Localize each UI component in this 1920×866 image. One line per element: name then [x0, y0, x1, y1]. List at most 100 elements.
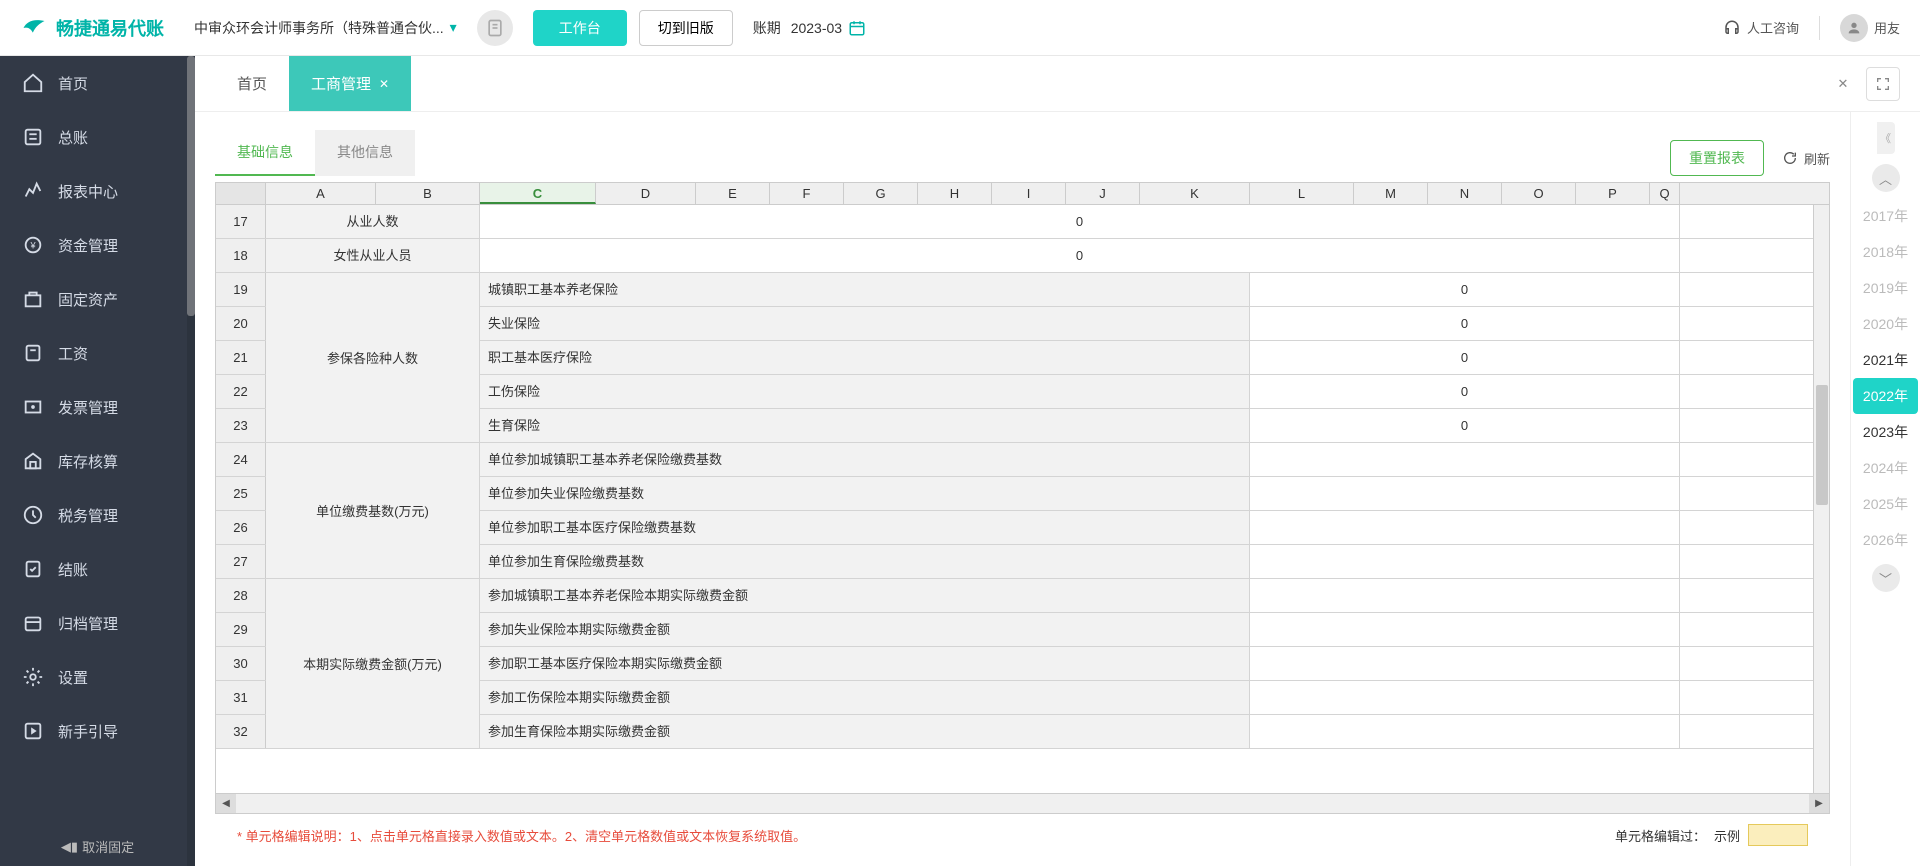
cell-value[interactable]: 0 — [480, 239, 1680, 272]
old-version-button[interactable]: 切到旧版 — [639, 10, 733, 46]
cell-value[interactable]: 0 — [1250, 409, 1680, 442]
cell-value[interactable] — [1250, 579, 1680, 612]
col-header-M[interactable]: M — [1354, 183, 1428, 204]
col-header-O[interactable]: O — [1502, 183, 1576, 204]
col-header-A[interactable]: A — [266, 183, 376, 204]
row-number[interactable]: 23 — [216, 409, 266, 442]
cell-value[interactable] — [1250, 545, 1680, 578]
sidebar-scrollbar[interactable] — [187, 56, 195, 866]
row-number[interactable]: 25 — [216, 477, 266, 510]
table-row[interactable]: 28本期实际缴费金额(万元)参加城镇职工基本养老保险本期实际缴费金额 — [216, 579, 1829, 613]
cell-value[interactable]: 0 — [1250, 375, 1680, 408]
scroll-right-icon[interactable]: ▶ — [1809, 794, 1829, 813]
refresh-button[interactable]: 刷新 — [1782, 149, 1830, 168]
year-item[interactable]: 2021年 — [1853, 342, 1918, 378]
sidebar-item-11[interactable]: 设置 — [0, 650, 195, 704]
horizontal-scrollbar[interactable]: ◀ ▶ — [216, 793, 1829, 813]
col-header-E[interactable]: E — [696, 183, 770, 204]
row-number[interactable]: 22 — [216, 375, 266, 408]
cell-value[interactable]: 0 — [1250, 273, 1680, 306]
row-number[interactable]: 32 — [216, 715, 266, 748]
sidebar-item-6[interactable]: 发票管理 — [0, 380, 195, 434]
table-row[interactable]: 24单位缴费基数(万元)单位参加城镇职工基本养老保险缴费基数 — [216, 443, 1829, 477]
col-header-J[interactable]: J — [1066, 183, 1140, 204]
year-item[interactable]: 2017年 — [1853, 198, 1918, 234]
sidebar-item-0[interactable]: 首页 — [0, 56, 195, 110]
reset-report-button[interactable]: 重置报表 — [1670, 140, 1764, 176]
row-number[interactable]: 27 — [216, 545, 266, 578]
cell-value[interactable] — [1250, 477, 1680, 510]
tab-home[interactable]: 首页 — [215, 56, 289, 111]
year-item[interactable]: 2019年 — [1853, 270, 1918, 306]
subtab-basic-info[interactable]: 基础信息 — [215, 130, 315, 176]
workspace-button[interactable]: 工作台 — [533, 10, 627, 46]
cell-value[interactable] — [1250, 681, 1680, 714]
cell-value[interactable] — [1250, 715, 1680, 748]
col-header-Q[interactable]: Q — [1650, 183, 1680, 204]
col-header-D[interactable]: D — [596, 183, 696, 204]
calendar-icon[interactable] — [848, 19, 866, 37]
col-header-B[interactable]: B — [376, 183, 480, 204]
user-menu[interactable]: 用友 — [1840, 14, 1900, 42]
row-number[interactable]: 19 — [216, 273, 266, 306]
cancel-pin-button[interactable]: ◀▮ 取消固定 — [0, 827, 195, 866]
col-header-I[interactable]: I — [992, 183, 1066, 204]
vertical-scrollbar[interactable] — [1813, 205, 1829, 793]
cell-value[interactable] — [1250, 443, 1680, 476]
sidebar-item-4[interactable]: 固定资产 — [0, 272, 195, 326]
table-row[interactable]: 18女性从业人员0 — [216, 239, 1829, 273]
row-number[interactable]: 31 — [216, 681, 266, 714]
cell-value[interactable]: 0 — [480, 205, 1680, 238]
fullscreen-icon[interactable] — [1866, 67, 1900, 101]
sidebar-item-10[interactable]: 归档管理 — [0, 596, 195, 650]
col-header-C[interactable]: C — [480, 183, 596, 204]
col-header-F[interactable]: F — [770, 183, 844, 204]
tab-close-all-icon[interactable]: ✕ — [1826, 67, 1860, 101]
year-item[interactable]: 2023年 — [1853, 414, 1918, 450]
sidebar-item-5[interactable]: 工资 — [0, 326, 195, 380]
sidebar-item-7[interactable]: 库存核算 — [0, 434, 195, 488]
close-icon[interactable]: ✕ — [379, 77, 389, 91]
company-selector[interactable]: 中审众环会计师事务所（特殊普通合伙... ▾ — [194, 18, 457, 38]
subtab-other-info[interactable]: 其他信息 — [315, 130, 415, 176]
row-number[interactable]: 21 — [216, 341, 266, 374]
row-number[interactable]: 17 — [216, 205, 266, 238]
year-down-icon[interactable]: ﹀ — [1872, 564, 1900, 592]
col-header-G[interactable]: G — [844, 183, 918, 204]
cell-value[interactable] — [1250, 511, 1680, 544]
logo[interactable]: 畅捷通易代账 — [20, 14, 164, 42]
year-item[interactable]: 2025年 — [1853, 486, 1918, 522]
sidebar-item-1[interactable]: 总账 — [0, 110, 195, 164]
row-number[interactable]: 26 — [216, 511, 266, 544]
col-header-P[interactable]: P — [1576, 183, 1650, 204]
notebook-icon[interactable] — [477, 10, 513, 46]
sidebar-item-3[interactable]: ¥资金管理 — [0, 218, 195, 272]
period-value[interactable]: 2023-03 — [791, 20, 842, 36]
col-header-L[interactable]: L — [1250, 183, 1354, 204]
table-row[interactable]: 17从业人数0 — [216, 205, 1829, 239]
support-link[interactable]: 人工咨询 — [1723, 18, 1799, 37]
row-number[interactable]: 18 — [216, 239, 266, 272]
row-number[interactable]: 24 — [216, 443, 266, 476]
year-item[interactable]: 2020年 — [1853, 306, 1918, 342]
cell-value[interactable]: 0 — [1250, 341, 1680, 374]
spreadsheet[interactable]: ABCDEFGHIJKLMNOPQ 17从业人数018女性从业人员019参保各险… — [215, 182, 1830, 814]
sidebar-item-8[interactable]: 税务管理 — [0, 488, 195, 542]
sidebar-item-12[interactable]: 新手引导 — [0, 704, 195, 758]
year-up-icon[interactable]: ︿ — [1872, 164, 1900, 192]
scroll-left-icon[interactable]: ◀ — [216, 794, 236, 813]
col-header-N[interactable]: N — [1428, 183, 1502, 204]
cell-value[interactable] — [1250, 647, 1680, 680]
row-number[interactable]: 20 — [216, 307, 266, 340]
sidebar-item-9[interactable]: 结账 — [0, 542, 195, 596]
sidebar-item-2[interactable]: 报表中心 — [0, 164, 195, 218]
row-number[interactable]: 28 — [216, 579, 266, 612]
year-item[interactable]: 2022年 — [1853, 378, 1918, 414]
col-header-H[interactable]: H — [918, 183, 992, 204]
col-header-K[interactable]: K — [1140, 183, 1250, 204]
cell-value[interactable]: 0 — [1250, 307, 1680, 340]
row-number[interactable]: 29 — [216, 613, 266, 646]
year-item[interactable]: 2026年 — [1853, 522, 1918, 558]
year-item[interactable]: 2018年 — [1853, 234, 1918, 270]
rail-expand-icon[interactable]: 《 — [1877, 122, 1895, 154]
